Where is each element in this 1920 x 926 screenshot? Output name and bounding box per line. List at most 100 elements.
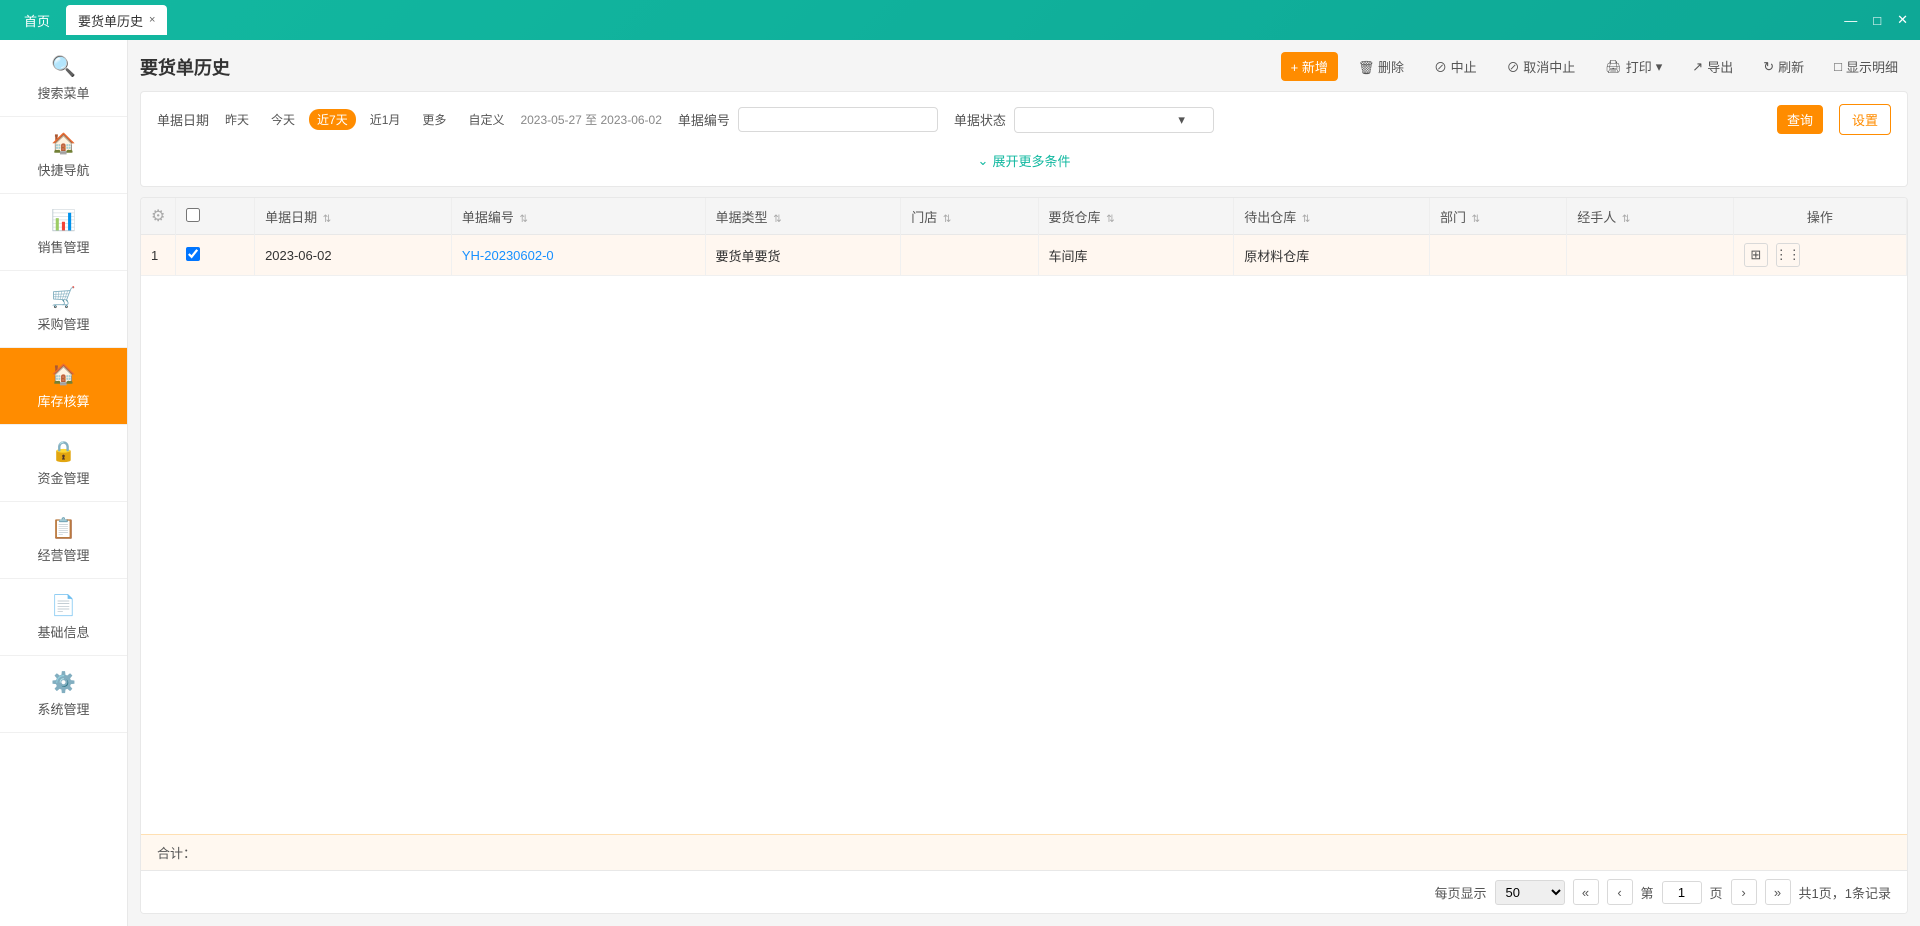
minimize-button[interactable]: — — [1844, 13, 1857, 28]
th-pending-warehouse[interactable]: 待出仓库 ⇅ — [1234, 198, 1430, 235]
sidebar-item-system[interactable]: ⚙️ 系统管理 — [0, 656, 127, 733]
td-store — [901, 235, 1038, 276]
new-button[interactable]: + 新增 — [1281, 52, 1338, 81]
page-size-select[interactable]: 50 20 100 200 — [1495, 880, 1565, 905]
sidebar-item-search[interactable]: 🔍 搜索菜单 — [0, 40, 127, 117]
td-actions: ⊞ ⋮⋮ — [1733, 235, 1906, 276]
sidebar-item-inventory[interactable]: 🏠 库存核算 — [0, 348, 127, 425]
row-checkbox[interactable] — [186, 247, 200, 261]
cart-icon: 🛒 — [51, 285, 76, 310]
next-page-icon: › — [1741, 885, 1745, 900]
sidebar-item-purchase[interactable]: 🛒 采购管理 — [0, 271, 127, 348]
last-page-button[interactable]: » — [1765, 879, 1791, 905]
summary-label: 合计： — [157, 843, 196, 862]
page-title: 要货单历史 — [140, 54, 1281, 80]
show-detail-button[interactable]: □ 显示明细 — [1824, 52, 1908, 81]
td-checkbox — [176, 235, 255, 276]
sidebar-item-basic-info-label: 基础信息 — [37, 622, 89, 641]
th-checkbox — [176, 198, 255, 235]
order-no-link[interactable]: YH-20230602-0 — [462, 248, 554, 263]
show-detail-label: 显示明细 — [1846, 57, 1898, 76]
gear-icon: ⚙️ — [51, 670, 76, 695]
td-date: 2023-06-02 — [255, 235, 452, 276]
close-button[interactable]: ✕ — [1897, 12, 1908, 28]
select-all-checkbox[interactable] — [186, 208, 200, 222]
refresh-button[interactable]: ↻ 刷新 — [1753, 52, 1814, 81]
sidebar: 🔍 搜索菜单 🏠 快捷导航 📊 销售管理 🛒 采购管理 🏠 库存核算 🔒 资金管… — [0, 40, 128, 926]
total-info: 共1页，1条记录 — [1799, 883, 1891, 902]
last-page-icon: » — [1774, 885, 1781, 900]
th-store[interactable]: 门店 ⇅ — [901, 198, 1038, 235]
clipboard-icon: 📋 — [51, 516, 76, 541]
th-handler[interactable]: 经手人 ⇅ — [1567, 198, 1734, 235]
sidebar-item-basic-info[interactable]: 📄 基础信息 — [0, 579, 127, 656]
th-department-label: 部门 — [1440, 210, 1466, 225]
more-icon: ⋮⋮ — [1775, 247, 1801, 263]
date-filter: 单据日期 昨天 今天 近7天 近1月 更多 自定义 2023-05-27 至 2… — [157, 109, 662, 130]
page-number-input[interactable] — [1662, 881, 1702, 904]
order-no-input[interactable] — [738, 107, 938, 132]
td-order-no[interactable]: YH-20230602-0 — [451, 235, 705, 276]
date-shortcut-today[interactable]: 今天 — [263, 109, 303, 130]
content-area: 要货单历史 + 新增 🗑 删除 ⊘ 中止 ⊘ 取消中止 🖨 打印 ▾ ↗ 导出 … — [128, 40, 1920, 926]
th-pending-warehouse-label: 待出仓库 — [1244, 210, 1296, 225]
th-req-warehouse-label: 要货仓库 — [1049, 210, 1101, 225]
date-shortcut-7days[interactable]: 近7天 — [309, 109, 356, 130]
th-order-type[interactable]: 单据类型 ⇅ — [705, 198, 901, 235]
th-store-sort-icon: ⇅ — [943, 214, 951, 225]
print-dropdown-icon: ▾ — [1656, 59, 1663, 75]
more-action-button[interactable]: ⋮⋮ — [1776, 243, 1800, 267]
th-handler-label: 经手人 — [1577, 210, 1616, 225]
sidebar-item-sales-label: 销售管理 — [37, 237, 89, 256]
pagination-bar: 每页显示 50 20 100 200 « ‹ 第 页 › — [141, 870, 1907, 913]
sidebar-item-operation[interactable]: 📋 经营管理 — [0, 502, 127, 579]
print-label: 打印 — [1626, 57, 1652, 76]
export-label: 导出 — [1707, 57, 1733, 76]
cancel-stop-button[interactable]: ⊘ 取消中止 — [1497, 52, 1586, 81]
print-button[interactable]: 🖨 打印 ▾ — [1595, 52, 1672, 81]
tab-home[interactable]: 首页 — [12, 5, 62, 35]
th-department[interactable]: 部门 ⇅ — [1430, 198, 1567, 235]
th-handler-sort-icon: ⇅ — [1622, 214, 1630, 225]
sidebar-item-search-label: 搜索菜单 — [37, 83, 89, 102]
sidebar-item-inventory-label: 库存核算 — [37, 391, 89, 410]
tab-close-icon[interactable]: × — [149, 14, 155, 26]
view-action-button[interactable]: ⊞ — [1744, 243, 1768, 267]
date-shortcut-yesterday[interactable]: 昨天 — [217, 109, 257, 130]
th-date[interactable]: 单据日期 ⇅ — [255, 198, 452, 235]
query-label: 查询 — [1787, 110, 1813, 129]
expand-label: 展开更多条件 — [992, 151, 1070, 170]
th-order-no[interactable]: 单据编号 ⇅ — [451, 198, 705, 235]
th-order-no-sort-icon: ⇅ — [520, 214, 528, 225]
date-shortcut-1month[interactable]: 近1月 — [362, 109, 409, 130]
first-page-button[interactable]: « — [1573, 879, 1599, 905]
status-select[interactable]: ▾ — [1014, 107, 1214, 133]
date-shortcut-custom[interactable]: 自定义 — [460, 109, 512, 130]
expand-down-icon: ⌄ — [978, 153, 989, 169]
date-shortcut-more[interactable]: 更多 — [414, 109, 454, 130]
page-prefix-label: 第 — [1641, 883, 1654, 902]
sidebar-item-sales[interactable]: 📊 销售管理 — [0, 194, 127, 271]
stop-button[interactable]: ⊘ 中止 — [1424, 52, 1487, 81]
th-req-warehouse[interactable]: 要货仓库 ⇅ — [1038, 198, 1234, 235]
export-button[interactable]: ↗ 导出 — [1682, 52, 1743, 81]
next-page-button[interactable]: › — [1731, 879, 1757, 905]
prev-page-button[interactable]: ‹ — [1607, 879, 1633, 905]
th-actions: 操作 — [1733, 198, 1906, 235]
expand-more-button[interactable]: ⌄ 展开更多条件 — [970, 147, 1079, 174]
delete-button[interactable]: 🗑 删除 — [1348, 52, 1414, 81]
settings-filter-button[interactable]: 设置 — [1839, 104, 1891, 135]
tab-home-label: 首页 — [24, 11, 50, 30]
query-button[interactable]: 查询 — [1777, 105, 1823, 134]
tab-requisition-history[interactable]: 要货单历史 × — [66, 5, 167, 35]
maximize-button[interactable]: □ — [1873, 13, 1881, 28]
checkbox-icon: □ — [1834, 59, 1842, 74]
column-settings-button[interactable]: ⚙ — [151, 206, 165, 226]
page-suffix-label: 页 — [1710, 883, 1723, 902]
page-header: 要货单历史 + 新增 🗑 删除 ⊘ 中止 ⊘ 取消中止 🖨 打印 ▾ ↗ 导出 … — [140, 52, 1908, 81]
status-select-arrow: ▾ — [1178, 112, 1185, 128]
print-icon: 🖨 — [1605, 59, 1622, 75]
sidebar-item-quick-nav[interactable]: 🏠 快捷导航 — [0, 117, 127, 194]
sidebar-item-finance-label: 资金管理 — [37, 468, 89, 487]
sidebar-item-finance[interactable]: 🔒 资金管理 — [0, 425, 127, 502]
